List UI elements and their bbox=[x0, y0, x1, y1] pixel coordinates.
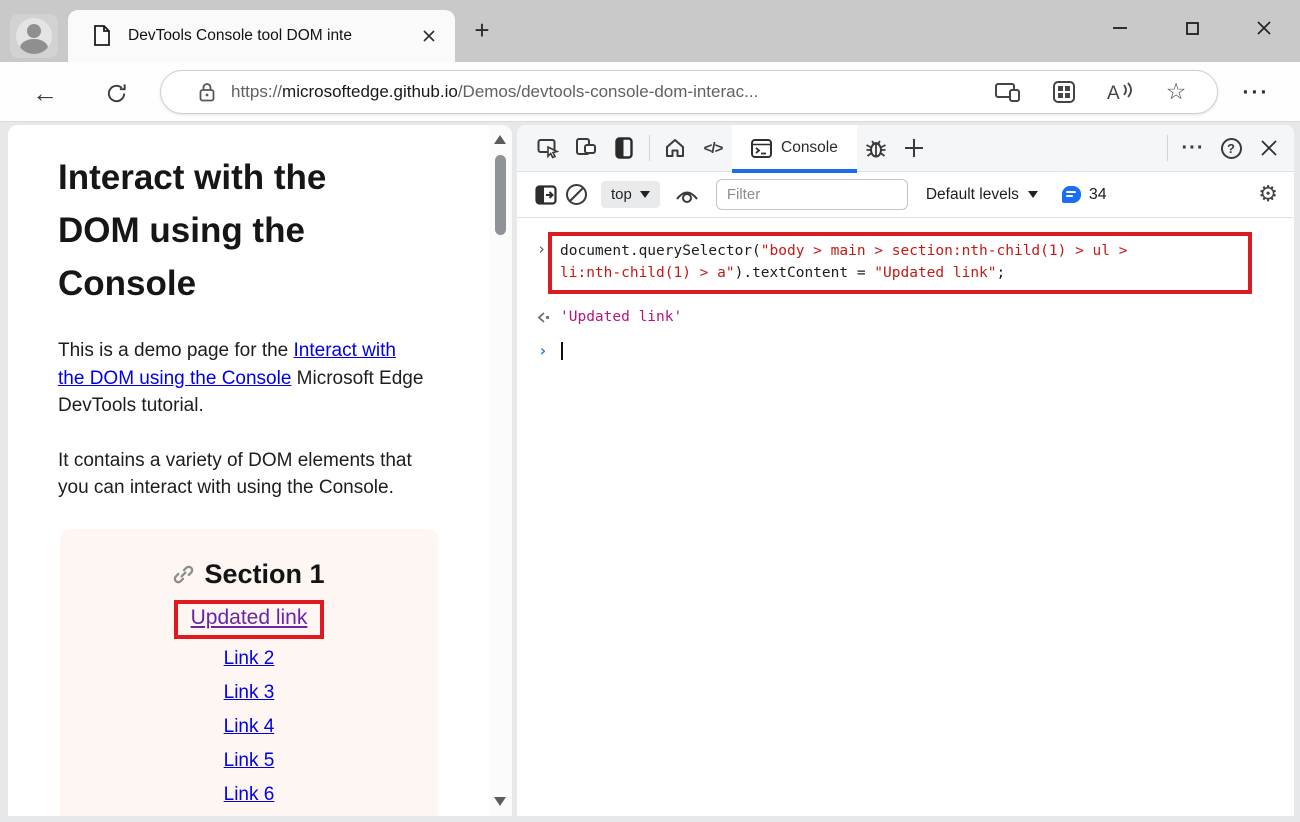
browser-window: DevTools Console tool DOM inte + ← https… bbox=[0, 0, 1300, 822]
log-levels-dropdown[interactable]: Default levels bbox=[926, 186, 1038, 204]
close-window-button[interactable] bbox=[1228, 0, 1300, 56]
devtools-panel: </> Console ··· ? top Filter Default lev… bbox=[517, 124, 1294, 816]
scroll-up-icon[interactable] bbox=[494, 135, 506, 144]
console-command-line-1: document.querySelector("body > main > se… bbox=[560, 243, 1128, 259]
profile-avatar-icon bbox=[16, 18, 52, 54]
new-tab-button[interactable]: + bbox=[466, 14, 498, 46]
page-scrollbar[interactable] bbox=[489, 125, 512, 816]
svg-text:A: A bbox=[1107, 83, 1120, 103]
issues-count: 34 bbox=[1088, 185, 1107, 203]
tab-title: DevTools Console tool DOM inte bbox=[128, 27, 352, 44]
tab-console[interactable]: Console bbox=[732, 124, 857, 173]
more-tools-plus-icon[interactable] bbox=[895, 125, 933, 171]
send-to-devices-icon[interactable] bbox=[995, 79, 1021, 105]
section1-link-3[interactable]: Link 3 bbox=[224, 682, 275, 703]
text-cursor bbox=[560, 341, 563, 360]
context-selector[interactable]: top bbox=[601, 181, 660, 208]
welcome-home-icon[interactable] bbox=[656, 125, 694, 171]
read-aloud-icon[interactable]: A bbox=[1107, 79, 1133, 105]
help-icon[interactable]: ? bbox=[1212, 125, 1250, 171]
console-log[interactable]: › document.querySelector("body > main > … bbox=[517, 218, 1294, 360]
input-prompt-icon: › bbox=[538, 341, 548, 360]
lock-icon[interactable] bbox=[199, 82, 215, 102]
second-paragraph: It contains a variety of DOM elements th… bbox=[58, 449, 412, 499]
context-label: top bbox=[611, 186, 632, 203]
clear-console-icon[interactable] bbox=[561, 180, 591, 210]
page-title: Interact with the DOM using the Console bbox=[58, 158, 327, 303]
browser-tab[interactable]: DevTools Console tool DOM inte bbox=[68, 10, 455, 62]
refresh-button[interactable] bbox=[99, 76, 133, 110]
filter-input[interactable] bbox=[715, 179, 908, 210]
annotation-box-command: document.querySelector("body > main > se… bbox=[548, 232, 1252, 294]
console-sidebar-toggle-icon[interactable] bbox=[531, 180, 561, 210]
console-result: 'Updated link' bbox=[537, 309, 1294, 325]
page-favicon-icon bbox=[94, 25, 110, 46]
devtools-menu-icon[interactable]: ··· bbox=[1174, 125, 1212, 171]
browser-menu-icon[interactable]: ··· bbox=[1236, 76, 1276, 110]
inspect-element-icon[interactable] bbox=[529, 125, 567, 171]
close-devtools-icon[interactable] bbox=[1250, 125, 1288, 171]
issues-bubble-icon bbox=[1061, 186, 1081, 203]
elements-tab-icon[interactable]: </> bbox=[694, 125, 732, 171]
levels-label: Default levels bbox=[925, 185, 1019, 203]
issues-bug-icon[interactable] bbox=[857, 125, 895, 171]
titlebar: DevTools Console tool DOM inte + bbox=[0, 0, 1300, 62]
console-input[interactable]: › bbox=[538, 341, 1294, 360]
minimize-button[interactable] bbox=[1084, 0, 1156, 56]
tab-close-icon[interactable] bbox=[417, 24, 441, 48]
divider bbox=[1167, 135, 1168, 161]
issues-counter[interactable]: 34 bbox=[1061, 185, 1107, 204]
console-command-line-2: li:nth-child(1) > a").textContent = "Upd… bbox=[560, 265, 1006, 281]
section1-link-1[interactable]: Updated link bbox=[191, 606, 308, 629]
section-1-card: Section 1 Updated link Link 2 Link 3 Lin… bbox=[60, 528, 438, 816]
devtools-tab-bar: </> Console ··· ? bbox=[517, 124, 1294, 173]
chevron-down-icon bbox=[639, 191, 650, 198]
collections-qr-icon[interactable] bbox=[1051, 79, 1077, 105]
return-value-icon bbox=[537, 311, 550, 323]
anchor-link-icon[interactable] bbox=[173, 564, 194, 585]
dock-side-icon[interactable] bbox=[605, 125, 643, 171]
settings-gear-icon[interactable]: ⚙ bbox=[1258, 182, 1278, 207]
url-text: https://microsoftedge.github.io/Demos/de… bbox=[231, 82, 759, 101]
divider bbox=[649, 135, 650, 161]
section1-link-6[interactable]: Link 6 bbox=[224, 784, 275, 805]
command-prompt-icon: › bbox=[537, 240, 547, 258]
profile-button[interactable] bbox=[10, 14, 58, 58]
result-value: 'Updated link' bbox=[560, 309, 683, 325]
console-tab-label: Console bbox=[781, 139, 838, 156]
content-area: Interact with the DOM using the Console … bbox=[0, 122, 1300, 822]
live-expression-eye-icon[interactable] bbox=[672, 180, 702, 210]
annotation-box-updated-link: Updated link bbox=[173, 599, 325, 639]
section-1-heading: Section 1 bbox=[173, 559, 325, 590]
scrollbar-thumb[interactable] bbox=[495, 155, 506, 235]
back-button[interactable]: ← bbox=[28, 76, 62, 110]
console-icon bbox=[751, 138, 772, 158]
favorites-star-icon[interactable]: ☆ bbox=[1163, 79, 1189, 105]
web-page: Interact with the DOM using the Console … bbox=[8, 125, 512, 816]
address-bar[interactable]: https://microsoftedge.github.io/Demos/de… bbox=[160, 70, 1218, 114]
intro-paragraph: This is a demo page for the Interact wit… bbox=[58, 340, 424, 416]
section1-link-4[interactable]: Link 4 bbox=[224, 716, 275, 737]
chevron-down-icon bbox=[1027, 191, 1038, 198]
section1-link-2[interactable]: Link 2 bbox=[224, 648, 275, 669]
console-toolbar: top Default levels 34 ⚙ bbox=[517, 172, 1294, 218]
scroll-down-icon[interactable] bbox=[494, 797, 506, 806]
window-controls bbox=[1084, 0, 1300, 56]
section1-link-5[interactable]: Link 5 bbox=[224, 750, 275, 771]
browser-toolbar: ← https://microsoftedge.github.io/Demos/… bbox=[0, 62, 1300, 122]
device-emulation-icon[interactable] bbox=[567, 125, 605, 171]
maximize-button[interactable] bbox=[1156, 0, 1228, 56]
